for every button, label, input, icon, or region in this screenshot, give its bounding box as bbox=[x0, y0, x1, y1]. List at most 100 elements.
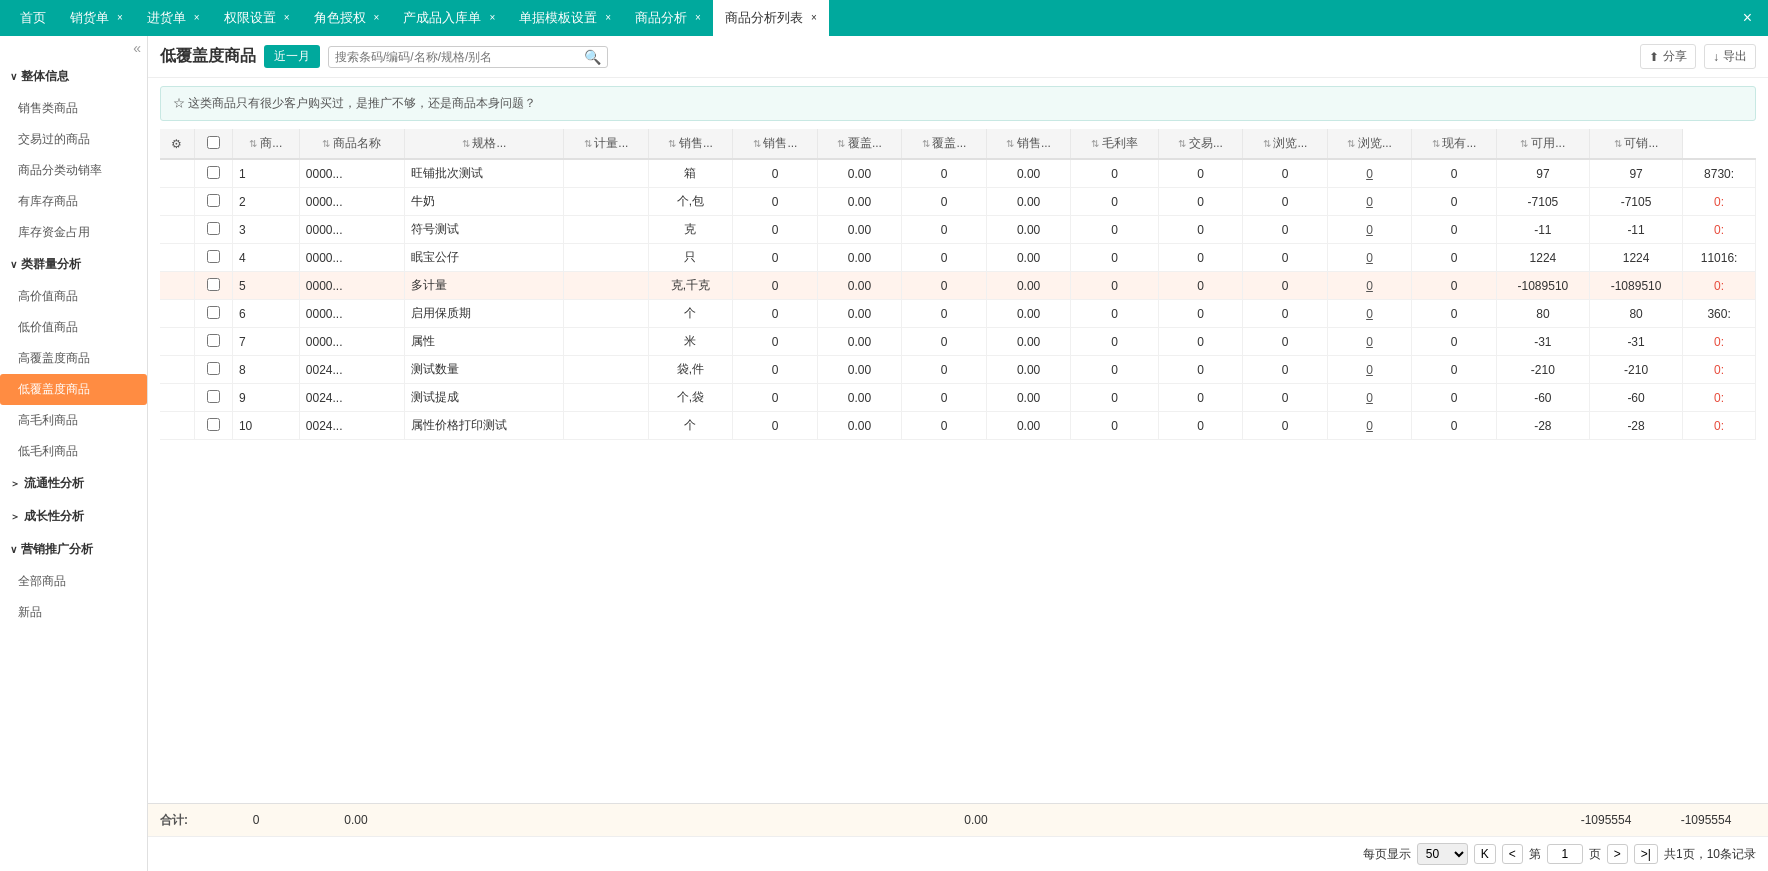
close-icon[interactable]: × bbox=[374, 0, 380, 36]
sidebar-item-inventory-capital[interactable]: 库存资金占用 bbox=[0, 217, 147, 248]
sidebar-section-marketing[interactable]: ∨ 营销推广分析 bbox=[0, 533, 147, 566]
last-page-button[interactable]: >| bbox=[1634, 844, 1658, 864]
sidebar-item-high-value[interactable]: 高价值商品 bbox=[0, 281, 147, 312]
sidebar-item-new-goods[interactable]: 新品 bbox=[0, 597, 147, 628]
cell-browse1[interactable]: 0 bbox=[1327, 300, 1412, 328]
cell-browse1[interactable]: 0 bbox=[1327, 384, 1412, 412]
cell-checkbox[interactable] bbox=[194, 384, 232, 412]
cell-checkbox[interactable] bbox=[194, 272, 232, 300]
cell-checkbox[interactable] bbox=[194, 188, 232, 216]
column-spec[interactable]: 规格... bbox=[404, 129, 563, 159]
row-checkbox[interactable] bbox=[207, 418, 220, 431]
column-trade[interactable]: 交易... bbox=[1158, 129, 1243, 159]
cell-browse1[interactable]: 0 bbox=[1327, 216, 1412, 244]
cell-checkbox[interactable] bbox=[194, 356, 232, 384]
row-checkbox[interactable] bbox=[207, 250, 220, 263]
nav-home[interactable]: 首页 bbox=[8, 0, 58, 36]
cell-browse1[interactable]: 0 bbox=[1327, 412, 1412, 440]
sidebar-item-category-rate[interactable]: 商品分类动销率 bbox=[0, 155, 147, 186]
close-icon[interactable]: × bbox=[489, 0, 495, 36]
sidebar-section-cluster[interactable]: ∨ 类群量分析 bbox=[0, 248, 147, 281]
sidebar-item-sales-goods[interactable]: 销售类商品 bbox=[0, 93, 147, 124]
sidebar-item-all-goods[interactable]: 全部商品 bbox=[0, 566, 147, 597]
sidebar-item-high-margin[interactable]: 高毛利商品 bbox=[0, 405, 147, 436]
cell-checkbox[interactable] bbox=[194, 328, 232, 356]
column-current[interactable]: 现有... bbox=[1412, 129, 1497, 159]
cell-checkbox[interactable] bbox=[194, 159, 232, 188]
row-checkbox[interactable] bbox=[207, 390, 220, 403]
cell-browse1[interactable]: 0 bbox=[1327, 272, 1412, 300]
sidebar-item-low-margin[interactable]: 低毛利商品 bbox=[0, 436, 147, 467]
column-settings[interactable]: ⚙ bbox=[160, 129, 194, 159]
sidebar-collapse-button[interactable]: « bbox=[133, 40, 141, 56]
page-input[interactable] bbox=[1547, 844, 1583, 864]
column-cover2[interactable]: 覆盖... bbox=[902, 129, 987, 159]
per-page-select[interactable]: 50 20 100 200 bbox=[1417, 843, 1468, 865]
close-icon[interactable]: × bbox=[695, 0, 701, 36]
close-icon[interactable]: × bbox=[605, 0, 611, 36]
close-icon[interactable]: × bbox=[284, 0, 290, 36]
row-checkbox[interactable] bbox=[207, 166, 220, 179]
nav-product-analysis[interactable]: 商品分析 × bbox=[623, 0, 713, 36]
row-checkbox[interactable] bbox=[207, 222, 220, 235]
cell-browse1[interactable]: 0 bbox=[1327, 356, 1412, 384]
sidebar-section-growth[interactable]: ＞ 成长性分析 bbox=[0, 500, 147, 533]
row-checkbox[interactable] bbox=[207, 362, 220, 375]
column-unit[interactable]: 计量... bbox=[564, 129, 649, 159]
prev-page-button[interactable]: < bbox=[1502, 844, 1523, 864]
cell-browse1[interactable]: 0 bbox=[1327, 244, 1412, 272]
column-sales-qty[interactable]: 销售... bbox=[648, 129, 733, 159]
nav-product-analysis-list[interactable]: 商品分析列表 × bbox=[713, 0, 829, 36]
column-available[interactable]: 可用... bbox=[1496, 129, 1589, 159]
close-icon[interactable]: × bbox=[117, 0, 123, 36]
cell-checkbox[interactable] bbox=[194, 300, 232, 328]
sidebar-section-flow[interactable]: ＞ 流通性分析 bbox=[0, 467, 147, 500]
nav-finished-goods[interactable]: 产成品入库单 × bbox=[391, 0, 507, 36]
row-checkbox[interactable] bbox=[207, 278, 220, 291]
cell-browse1[interactable]: 0 bbox=[1327, 159, 1412, 188]
column-saleable[interactable]: 可销... bbox=[1589, 129, 1682, 159]
column-sales3[interactable]: 销售... bbox=[986, 129, 1071, 159]
row-checkbox[interactable] bbox=[207, 306, 220, 319]
sidebar-item-low-coverage[interactable]: 低覆盖度商品 bbox=[0, 374, 147, 405]
column-sales-amt[interactable]: 销售... bbox=[733, 129, 818, 159]
sidebar-item-low-value[interactable]: 低价值商品 bbox=[0, 312, 147, 343]
search-icon[interactable]: 🔍 bbox=[584, 49, 601, 65]
sidebar-item-traded-goods[interactable]: 交易过的商品 bbox=[0, 124, 147, 155]
column-code[interactable]: 商... bbox=[232, 129, 299, 159]
close-all-button[interactable]: × bbox=[1735, 9, 1760, 27]
select-all-checkbox[interactable] bbox=[207, 136, 220, 149]
cell-checkbox[interactable] bbox=[194, 216, 232, 244]
next-page-button[interactable]: > bbox=[1607, 844, 1628, 864]
total-label: 合计: bbox=[160, 812, 188, 829]
search-input[interactable] bbox=[335, 50, 580, 64]
date-filter-button[interactable]: 近一月 bbox=[264, 45, 320, 68]
sidebar-item-instock-goods[interactable]: 有库存商品 bbox=[0, 186, 147, 217]
nav-permission[interactable]: 权限设置 × bbox=[212, 0, 302, 36]
column-checkbox[interactable] bbox=[194, 129, 232, 159]
export-button[interactable]: ↓ 导出 bbox=[1704, 44, 1756, 69]
cell-cover2: 0.00 bbox=[986, 244, 1071, 272]
cell-checkbox[interactable] bbox=[194, 412, 232, 440]
share-button[interactable]: ⬆ 分享 bbox=[1640, 44, 1696, 69]
cell-checkbox[interactable] bbox=[194, 244, 232, 272]
nav-sales-order[interactable]: 销货单 × bbox=[58, 0, 135, 36]
column-cover1[interactable]: 覆盖... bbox=[817, 129, 902, 159]
row-checkbox[interactable] bbox=[207, 334, 220, 347]
column-margin[interactable]: 毛利率 bbox=[1071, 129, 1158, 159]
nav-template-settings[interactable]: 单据模板设置 × bbox=[507, 0, 623, 36]
column-browse2[interactable]: 浏览... bbox=[1327, 129, 1412, 159]
first-page-button[interactable]: K bbox=[1474, 844, 1496, 864]
nav-purchase-order[interactable]: 进货单 × bbox=[135, 0, 212, 36]
row-checkbox[interactable] bbox=[207, 194, 220, 207]
column-name[interactable]: 商品名称 bbox=[299, 129, 404, 159]
sidebar-section-overall[interactable]: ∨ 整体信息 bbox=[0, 60, 147, 93]
column-browse1[interactable]: 浏览... bbox=[1243, 129, 1328, 159]
cell-browse1[interactable]: 0 bbox=[1327, 188, 1412, 216]
cell-browse1[interactable]: 0 bbox=[1327, 328, 1412, 356]
table-row: 1 0000... 旺铺批次测试 箱 0 0.00 0 0.00 0 0 0 0… bbox=[160, 159, 1756, 188]
nav-role-auth[interactable]: 角色授权 × bbox=[302, 0, 392, 36]
close-icon[interactable]: × bbox=[811, 0, 817, 36]
close-icon[interactable]: × bbox=[194, 0, 200, 36]
sidebar-item-high-coverage[interactable]: 高覆盖度商品 bbox=[0, 343, 147, 374]
